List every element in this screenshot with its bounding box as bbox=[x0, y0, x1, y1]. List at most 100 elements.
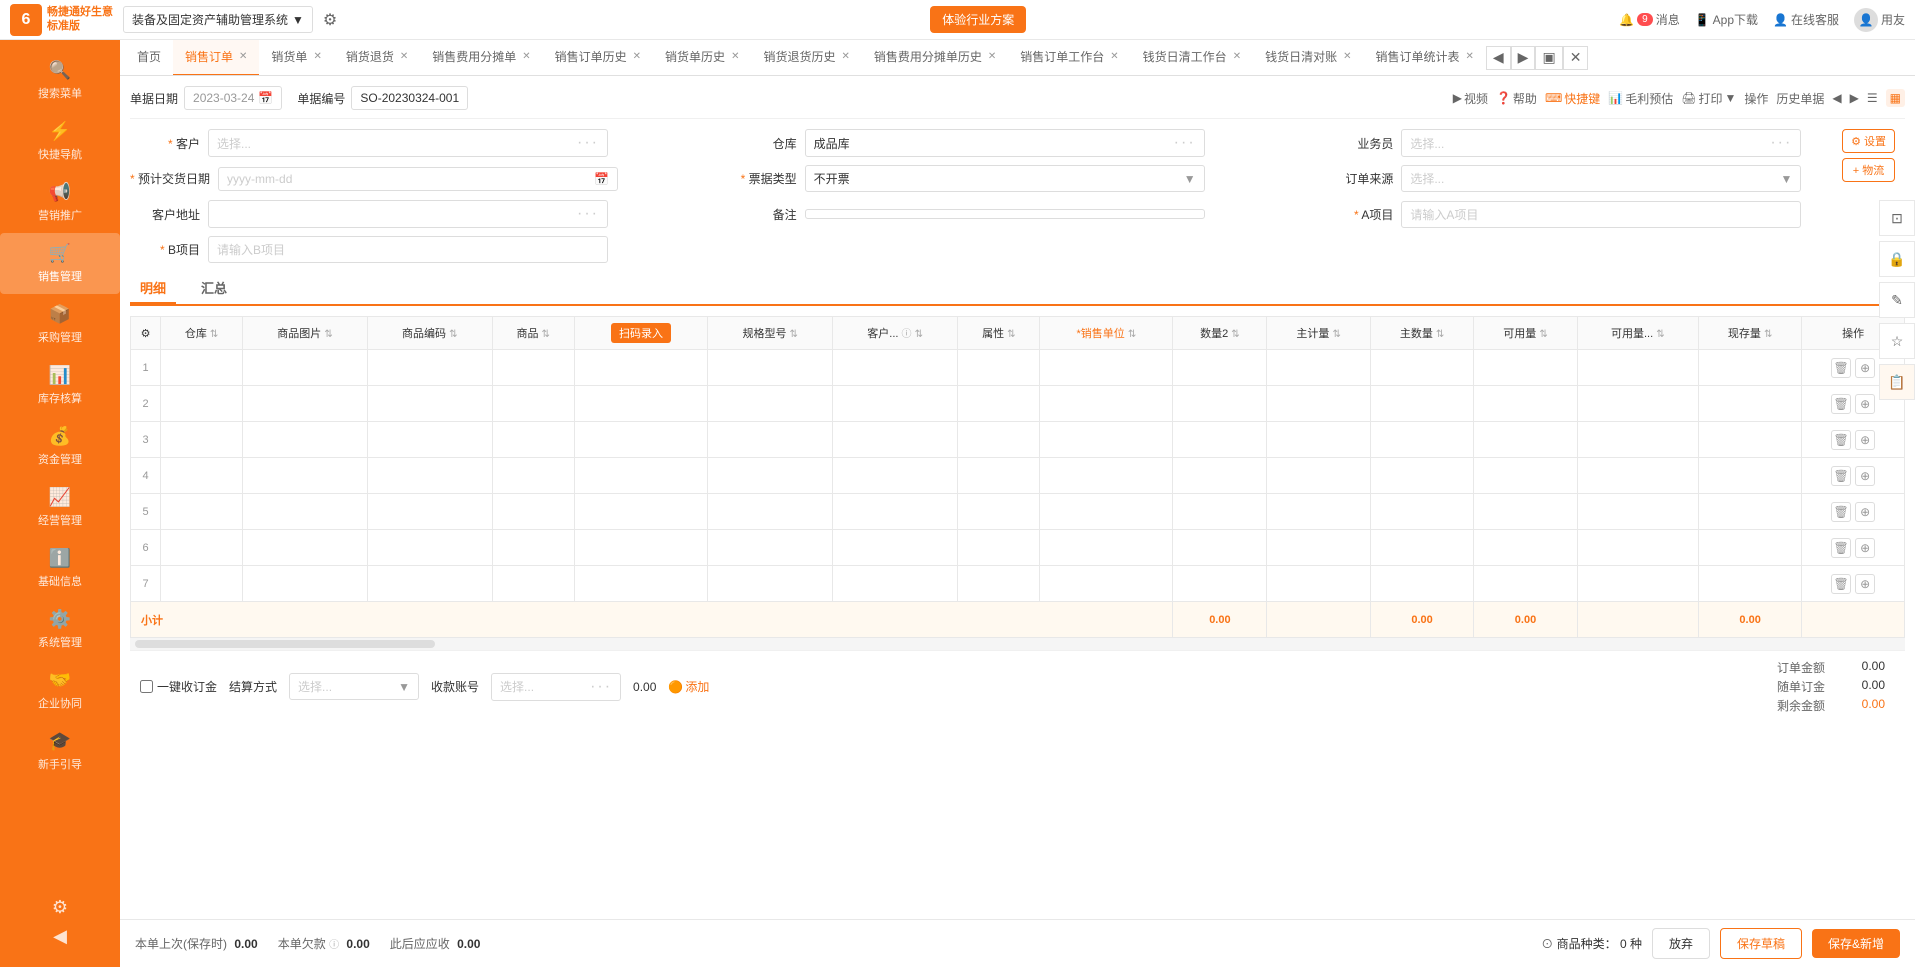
row1-current-stock[interactable] bbox=[1698, 350, 1801, 386]
tab-return-history[interactable]: 销货退货历史 ✕ bbox=[751, 40, 861, 76]
row1-product-code[interactable] bbox=[367, 350, 492, 386]
row5-spec[interactable] bbox=[708, 494, 833, 530]
row1-product[interactable] bbox=[492, 350, 574, 386]
row5-sales-unit[interactable] bbox=[1040, 494, 1173, 530]
row4-qty2[interactable] bbox=[1173, 458, 1267, 494]
row6-available[interactable] bbox=[1474, 530, 1577, 566]
th-available-detail[interactable]: 可用量... bbox=[1577, 317, 1698, 350]
row3-main-qty[interactable] bbox=[1370, 422, 1473, 458]
online-service-area[interactable]: 👤 在线客服 bbox=[1773, 11, 1839, 28]
row4-customer-code[interactable] bbox=[833, 458, 958, 494]
row5-attr[interactable] bbox=[958, 494, 1040, 530]
row3-qty2[interactable] bbox=[1173, 422, 1267, 458]
row3-product-code[interactable] bbox=[367, 422, 492, 458]
user-area[interactable]: 👤 用友 bbox=[1854, 8, 1905, 32]
row4-available-detail[interactable] bbox=[1577, 458, 1698, 494]
th-qty2[interactable]: 数量2 bbox=[1173, 317, 1267, 350]
settle-checkbox[interactable] bbox=[140, 680, 153, 693]
row1-copy-icon[interactable]: ⊕ bbox=[1855, 358, 1875, 378]
row4-attr[interactable] bbox=[958, 458, 1040, 494]
column-settings-icon[interactable]: ⚙ bbox=[141, 328, 151, 340]
tab-sales-return[interactable]: 销货退货 ✕ bbox=[334, 40, 420, 76]
print-btn[interactable]: 🖨 打印 ▼ bbox=[1681, 90, 1736, 107]
row5-main-qty[interactable] bbox=[1370, 494, 1473, 530]
row6-delete-icon[interactable]: 🗑 bbox=[1831, 538, 1851, 558]
row4-copy-icon[interactable]: ⊕ bbox=[1855, 466, 1875, 486]
row1-warehouse[interactable] bbox=[161, 350, 243, 386]
shortcut-btn[interactable]: ⌨ 快捷键 bbox=[1545, 90, 1600, 107]
order-source-input[interactable]: 选择... ▼ bbox=[1401, 165, 1801, 192]
row3-available[interactable] bbox=[1474, 422, 1577, 458]
row1-available-detail[interactable] bbox=[1577, 350, 1698, 386]
tab-sales-stats[interactable]: 销售订单统计表 ✕ bbox=[1363, 40, 1485, 76]
row1-customer-code[interactable] bbox=[833, 350, 958, 386]
invoice-type-input[interactable]: 不开票 ▼ bbox=[805, 165, 1205, 192]
th-product[interactable]: 商品 bbox=[492, 317, 574, 350]
remark-input[interactable] bbox=[805, 209, 1205, 219]
row5-qty2[interactable] bbox=[1173, 494, 1267, 530]
scrollbar-thumb[interactable] bbox=[135, 640, 435, 648]
tab-sales-stats-close[interactable]: ✕ bbox=[1466, 51, 1474, 62]
app-download-area[interactable]: 📱 App下载 bbox=[1695, 11, 1758, 28]
operation-btn[interactable]: 操作 bbox=[1744, 90, 1768, 107]
row7-sales-unit[interactable] bbox=[1040, 566, 1173, 602]
th-warehouse[interactable]: 仓库 bbox=[161, 317, 243, 350]
delivery-date-input[interactable]: yyyy-mm-dd 📅 bbox=[218, 167, 618, 191]
row3-available-detail[interactable] bbox=[1577, 422, 1698, 458]
th-product-image[interactable]: 商品图片 bbox=[243, 317, 368, 350]
sidebar-item-quick[interactable]: ⚡ 快捷导航 bbox=[0, 111, 120, 172]
prev-record-icon[interactable]: ◀ bbox=[1832, 91, 1841, 105]
tab-goods-history[interactable]: 销货单历史 ✕ bbox=[653, 40, 751, 76]
save-new-button[interactable]: 保存&新增 bbox=[1812, 929, 1900, 958]
row3-main-unit[interactable] bbox=[1267, 422, 1370, 458]
a-project-input[interactable]: 请输入A项目 bbox=[1401, 201, 1801, 228]
row5-product-image[interactable] bbox=[243, 494, 368, 530]
sidebar-item-sales[interactable]: 🛒 销售管理 bbox=[0, 233, 120, 294]
row3-current-stock[interactable] bbox=[1698, 422, 1801, 458]
th-main-qty[interactable]: 主数量 bbox=[1370, 317, 1473, 350]
b-project-input[interactable]: 请输入B项目 bbox=[208, 236, 608, 263]
row5-current-stock[interactable] bbox=[1698, 494, 1801, 530]
row3-sales-unit[interactable] bbox=[1040, 422, 1173, 458]
row6-product-image[interactable] bbox=[243, 530, 368, 566]
sidebar-item-purchase[interactable]: 📦 采购管理 bbox=[0, 294, 120, 355]
row7-available-detail[interactable] bbox=[1577, 566, 1698, 602]
row6-main-unit[interactable] bbox=[1267, 530, 1370, 566]
sidebar-item-system[interactable]: ⚙️ 系统管理 bbox=[0, 599, 120, 660]
row3-delete-icon[interactable]: 🗑 bbox=[1831, 430, 1851, 450]
row7-scan[interactable] bbox=[574, 566, 708, 602]
row2-warehouse[interactable] bbox=[161, 386, 243, 422]
row6-product[interactable] bbox=[492, 530, 574, 566]
float-btn-4[interactable]: ☆ bbox=[1879, 323, 1915, 359]
row4-scan[interactable] bbox=[574, 458, 708, 494]
row1-main-qty[interactable] bbox=[1370, 350, 1473, 386]
row2-main-qty[interactable] bbox=[1370, 386, 1473, 422]
receipt-account-input[interactable]: 选择... ··· bbox=[491, 673, 621, 701]
row6-attr[interactable] bbox=[958, 530, 1040, 566]
profit-btn[interactable]: 📊 毛利预估 bbox=[1608, 90, 1673, 107]
horizontal-scrollbar[interactable] bbox=[130, 638, 1905, 650]
row2-available[interactable] bbox=[1474, 386, 1577, 422]
row4-sales-unit[interactable] bbox=[1040, 458, 1173, 494]
row3-warehouse[interactable] bbox=[161, 422, 243, 458]
row7-current-stock[interactable] bbox=[1698, 566, 1801, 602]
row2-product-code[interactable] bbox=[367, 386, 492, 422]
row7-product[interactable] bbox=[492, 566, 574, 602]
row7-delete-icon[interactable]: 🗑 bbox=[1831, 574, 1851, 594]
row1-attr[interactable] bbox=[958, 350, 1040, 386]
row2-available-detail[interactable] bbox=[1577, 386, 1698, 422]
tab-fee-history[interactable]: 销售费用分摊单历史 ✕ bbox=[862, 40, 1008, 76]
row6-qty2[interactable] bbox=[1173, 530, 1267, 566]
history-btn[interactable]: 历史单据 bbox=[1776, 90, 1824, 107]
row7-available[interactable] bbox=[1474, 566, 1577, 602]
row5-main-unit[interactable] bbox=[1267, 494, 1370, 530]
row1-spec[interactable] bbox=[708, 350, 833, 386]
row2-scan[interactable] bbox=[574, 386, 708, 422]
th-spec[interactable]: 规格型号 bbox=[708, 317, 833, 350]
sidebar-item-guide[interactable]: 🎓 新手引导 bbox=[0, 721, 120, 782]
row1-delete-icon[interactable]: 🗑 bbox=[1831, 358, 1851, 378]
row7-product-code[interactable] bbox=[367, 566, 492, 602]
th-available[interactable]: 可用量 bbox=[1474, 317, 1577, 350]
row6-warehouse[interactable] bbox=[161, 530, 243, 566]
row2-customer-code[interactable] bbox=[833, 386, 958, 422]
